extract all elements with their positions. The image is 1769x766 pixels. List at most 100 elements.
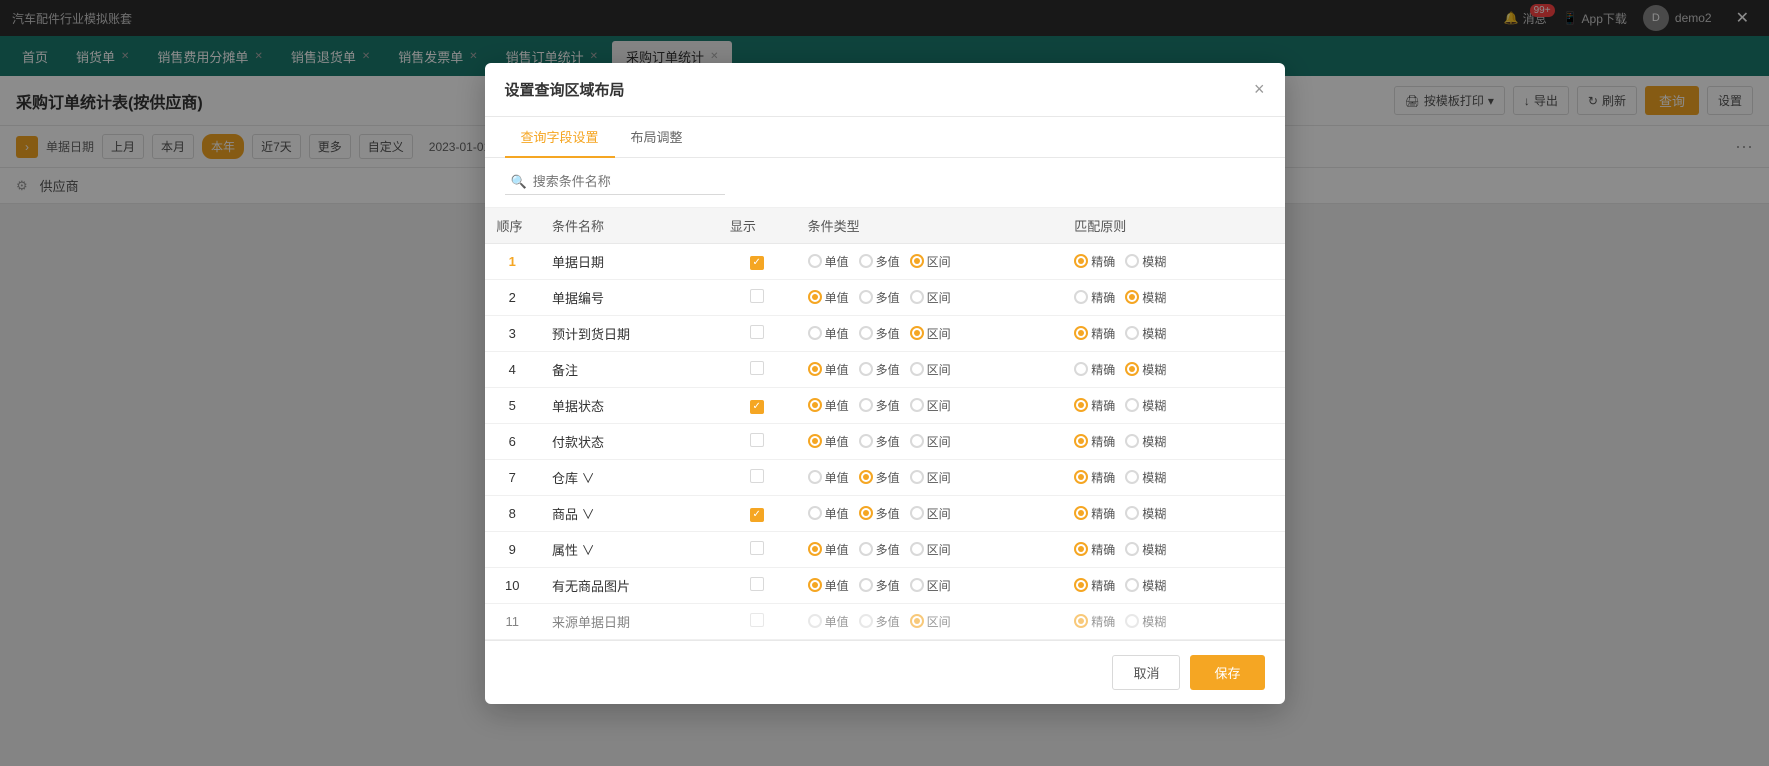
radio-item[interactable]: 单值 [808,325,849,342]
radio-item[interactable]: 单值 [808,289,849,306]
checkbox[interactable] [750,361,764,375]
search-wrap: 🔍 [505,170,725,195]
radio-item[interactable]: 区间 [910,433,951,450]
radio-item[interactable]: 精确 [1074,469,1115,486]
radio-item[interactable]: 区间 [910,505,951,522]
radio-item[interactable]: 模糊 [1125,433,1166,450]
radio-label: 模糊 [1142,289,1166,306]
radio-item[interactable]: 模糊 [1125,541,1166,558]
row-display-checkbox[interactable] [718,279,796,315]
radio-item[interactable]: 多值 [859,397,900,414]
radio-item[interactable]: 精确 [1074,253,1115,270]
radio-item[interactable]: 精确 [1074,541,1115,558]
radio-label: 模糊 [1142,505,1166,522]
row-display-checkbox[interactable] [718,567,796,603]
checkbox[interactable] [750,325,764,339]
radio-label: 单值 [825,541,849,558]
radio-item[interactable]: 精确 [1074,289,1115,306]
radio-circle [859,362,873,376]
tab-query-fields[interactable]: 查询字段设置 [505,117,615,158]
checkbox[interactable] [750,256,764,270]
radio-item[interactable]: 多值 [859,469,900,486]
radio-item[interactable]: 单值 [808,397,849,414]
modal-close-button[interactable]: × [1254,80,1265,98]
radio-item[interactable]: 单值 [808,541,849,558]
cancel-button[interactable]: 取消 [1112,655,1180,690]
radio-item[interactable]: 模糊 [1125,361,1166,378]
radio-item[interactable]: 模糊 [1125,325,1166,342]
radio-item[interactable]: 单值 [808,433,849,450]
radio-item[interactable]: 单值 [808,253,849,270]
checkbox[interactable] [750,400,764,414]
radio-item[interactable]: 多值 [859,505,900,522]
radio-item[interactable]: 模糊 [1125,613,1166,630]
radio-item[interactable]: 区间 [910,577,951,594]
row-display-checkbox[interactable] [718,315,796,351]
checkbox[interactable] [750,289,764,303]
radio-item[interactable]: 精确 [1074,361,1115,378]
radio-circle [859,326,873,340]
radio-item[interactable]: 精确 [1074,505,1115,522]
radio-item[interactable]: 多值 [859,433,900,450]
row-display-checkbox[interactable] [718,531,796,567]
radio-label: 单值 [825,325,849,342]
radio-item[interactable]: 多值 [859,613,900,630]
row-display-checkbox[interactable] [718,351,796,387]
checkbox[interactable] [750,508,764,522]
row-display-checkbox[interactable] [718,387,796,423]
radio-item[interactable]: 区间 [910,469,951,486]
radio-item[interactable]: 多值 [859,289,900,306]
row-match-options: 精确模糊 [1062,387,1284,423]
row-display-checkbox[interactable] [718,243,796,279]
radio-circle [808,326,822,340]
radio-item[interactable]: 区间 [910,253,951,270]
radio-label: 模糊 [1142,433,1166,450]
radio-item[interactable]: 模糊 [1125,253,1166,270]
radio-item[interactable]: 精确 [1074,325,1115,342]
radio-item[interactable]: 模糊 [1125,397,1166,414]
radio-item[interactable]: 多值 [859,361,900,378]
radio-item[interactable]: 单值 [808,361,849,378]
checkbox[interactable] [750,541,764,555]
radio-item[interactable]: 精确 [1074,433,1115,450]
row-display-checkbox[interactable] [718,459,796,495]
radio-item[interactable]: 区间 [910,397,951,414]
checkbox[interactable] [750,577,764,591]
radio-item[interactable]: 单值 [808,577,849,594]
radio-item[interactable]: 多值 [859,541,900,558]
radio-item[interactable]: 精确 [1074,397,1115,414]
radio-item[interactable]: 模糊 [1125,469,1166,486]
radio-label: 精确 [1091,433,1115,450]
radio-item[interactable]: 多值 [859,577,900,594]
radio-item[interactable]: 单值 [808,505,849,522]
row-display-checkbox[interactable] [718,423,796,459]
radio-item[interactable]: 区间 [910,325,951,342]
radio-item[interactable]: 单值 [808,613,849,630]
checkbox[interactable] [750,613,764,627]
radio-item[interactable]: 精确 [1074,613,1115,630]
row-display-checkbox[interactable] [718,603,796,639]
radio-item[interactable]: 区间 [910,361,951,378]
tab-layout-adjust[interactable]: 布局调整 [615,117,699,158]
radio-circle [1125,362,1139,376]
radio-item[interactable]: 精确 [1074,577,1115,594]
checkbox[interactable] [750,469,764,483]
table-row: 10有无商品图片单值多值区间精确模糊 [485,567,1285,603]
radio-item[interactable]: 模糊 [1125,289,1166,306]
radio-item[interactable]: 多值 [859,253,900,270]
radio-item[interactable]: 区间 [910,613,951,630]
search-input[interactable] [533,174,719,189]
row-order: 6 [485,423,541,459]
radio-item[interactable]: 模糊 [1125,505,1166,522]
radio-item[interactable]: 单值 [808,469,849,486]
radio-circle [1074,542,1088,556]
radio-circle [910,254,924,268]
save-button[interactable]: 保存 [1190,655,1264,690]
radio-item[interactable]: 模糊 [1125,577,1166,594]
radio-item[interactable]: 多值 [859,325,900,342]
row-display-checkbox[interactable] [718,495,796,531]
radio-item[interactable]: 区间 [910,541,951,558]
radio-item[interactable]: 区间 [910,289,951,306]
radio-circle [1125,542,1139,556]
checkbox[interactable] [750,433,764,447]
